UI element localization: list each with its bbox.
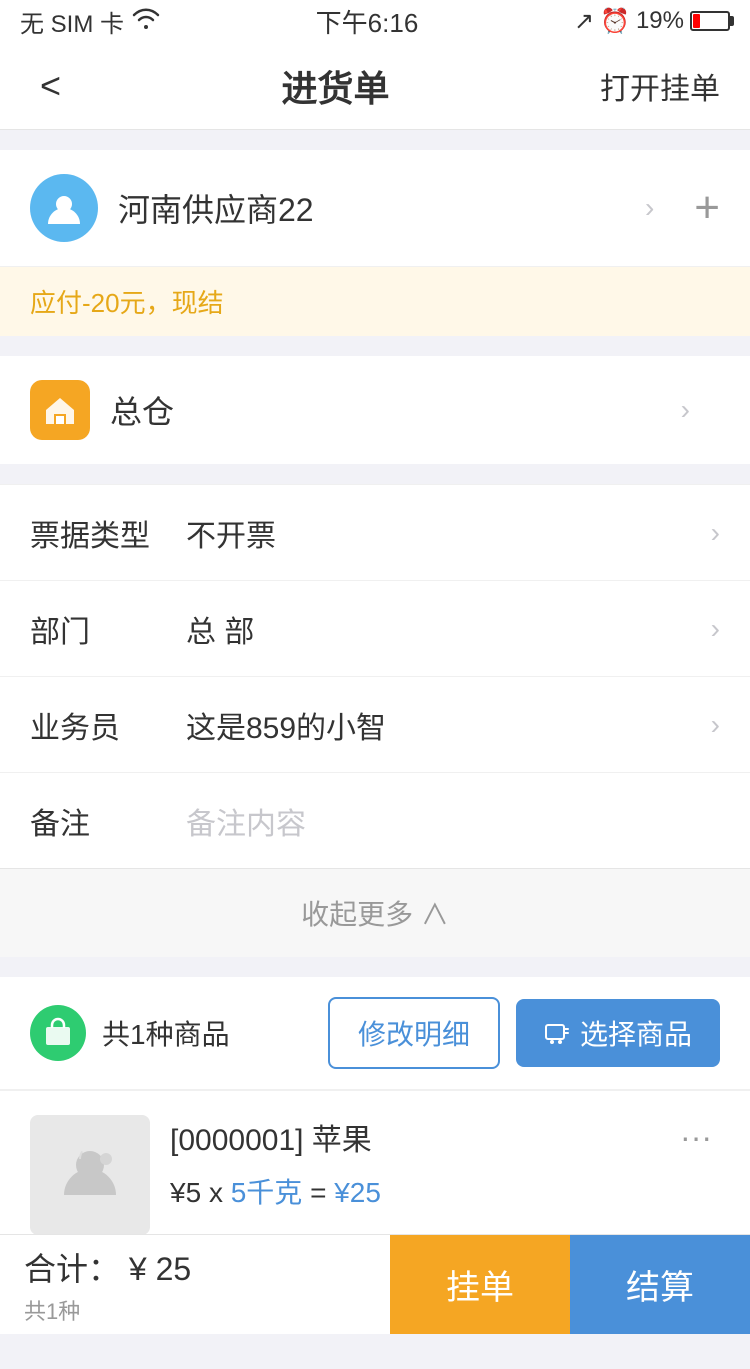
salesman-value: 这是859的小智 <box>170 703 711 747</box>
select-product-label: 选择商品 <box>580 1013 692 1053</box>
products-header: 共1种商品 修改明细 选择商品 <box>0 977 750 1090</box>
battery-fill <box>693 14 700 28</box>
edit-detail-button[interactable]: 修改明细 <box>328 997 500 1069</box>
supplier-avatar <box>30 174 98 242</box>
department-row[interactable]: 部门 总 部 › <box>0 580 750 676</box>
status-time: 下午6:16 <box>316 3 419 40</box>
supplier-chevron-icon: › <box>645 192 654 224</box>
alarm-icon: ⏰ <box>600 7 630 36</box>
total-label: 合计： <box>24 1251 120 1287</box>
product-info: [0000001] 苹果 ¥5 x 5千克 = ¥25 <box>170 1115 652 1211</box>
select-product-button[interactable]: 选择商品 <box>516 999 720 1067</box>
total-count: 共1种 <box>24 1294 366 1326</box>
salesman-chevron-icon: › <box>711 709 720 741</box>
remark-row[interactable]: 备注 备注内容 <box>0 772 750 868</box>
supplier-card: 河南供应商22 › + 应付-20元，现结 <box>0 150 750 336</box>
back-button[interactable]: < <box>30 55 71 117</box>
status-carrier: 无 SIM 卡 <box>20 4 160 39</box>
gap-3 <box>0 464 750 484</box>
collapse-label: 收起更多 ∧ <box>301 899 449 930</box>
total-value: ¥ 25 <box>129 1251 191 1287</box>
total-amount: 合计： ¥ 25 <box>24 1244 366 1290</box>
product-thumbnail <box>30 1115 150 1235</box>
location-icon: ↗ <box>574 7 594 36</box>
warehouse-chevron-icon: › <box>681 394 690 426</box>
product-quantity: 5千克 <box>231 1177 303 1208</box>
product-name: [0000001] 苹果 <box>170 1115 652 1159</box>
collapse-button[interactable]: 收起更多 ∧ <box>0 868 750 957</box>
department-value: 总 部 <box>170 607 711 651</box>
wifi-icon <box>132 7 160 36</box>
product-id: [0000001] <box>170 1124 312 1157</box>
bottom-bar: 合计： ¥ 25 共1种 挂单 结算 <box>0 1234 750 1334</box>
gap-2 <box>0 336 750 356</box>
alert-banner: 应付-20元，现结 <box>0 267 750 336</box>
supplier-row[interactable]: 河南供应商22 › + <box>0 150 750 267</box>
warehouse-card: 总仓 › <box>0 356 750 464</box>
remark-input[interactable]: 备注内容 <box>170 799 720 843</box>
invoice-chevron-icon: › <box>711 517 720 549</box>
add-button[interactable]: + <box>694 183 720 233</box>
form-card: 票据类型 不开票 › 部门 总 部 › 业务员 这是859的小智 › 备注 备注… <box>0 484 750 957</box>
products-icon <box>30 1005 86 1061</box>
warehouse-name: 总仓 <box>110 387 681 433</box>
gap-4 <box>0 957 750 977</box>
checkout-button[interactable]: 结算 <box>570 1235 750 1334</box>
remark-label: 备注 <box>30 799 170 843</box>
product-more-button[interactable]: ··· <box>672 1115 720 1160</box>
product-price: ¥5 x 5千克 = ¥25 <box>170 1171 652 1211</box>
warehouse-row[interactable]: 总仓 › <box>0 356 750 464</box>
supplier-name: 河南供应商22 <box>118 185 645 231</box>
open-pending-button[interactable]: 打开挂单 <box>600 64 720 108</box>
products-count: 共1种商品 <box>102 1013 312 1053</box>
carrier-text: 无 SIM 卡 <box>20 4 124 39</box>
product-thumb-icon <box>50 1135 130 1215</box>
invoice-row[interactable]: 票据类型 不开票 › <box>0 484 750 580</box>
invoice-label: 票据类型 <box>30 511 170 555</box>
page-title: 进货单 <box>282 60 390 112</box>
total-section: 合计： ¥ 25 共1种 <box>0 1235 390 1334</box>
battery-percent: 19% <box>636 7 684 35</box>
warehouse-icon <box>30 380 90 440</box>
salesman-label: 业务员 <box>30 703 170 747</box>
hold-button[interactable]: 挂单 <box>390 1235 570 1334</box>
salesman-row[interactable]: 业务员 这是859的小智 › <box>0 676 750 772</box>
battery-icon <box>690 11 730 31</box>
gap-1 <box>0 130 750 150</box>
status-bar: 无 SIM 卡 下午6:16 ↗ ⏰ 19% <box>0 0 750 42</box>
product-total: ¥25 <box>334 1177 381 1208</box>
nav-bar: < 进货单 打开挂单 <box>0 42 750 130</box>
invoice-value: 不开票 <box>170 511 711 555</box>
products-section: 共1种商品 修改明细 选择商品 [0000001] 苹果 <box>0 977 750 1259</box>
department-label: 部门 <box>30 607 170 651</box>
status-indicators: ↗ ⏰ 19% <box>574 7 730 36</box>
department-chevron-icon: › <box>711 613 720 645</box>
cart-icon <box>544 1019 572 1047</box>
